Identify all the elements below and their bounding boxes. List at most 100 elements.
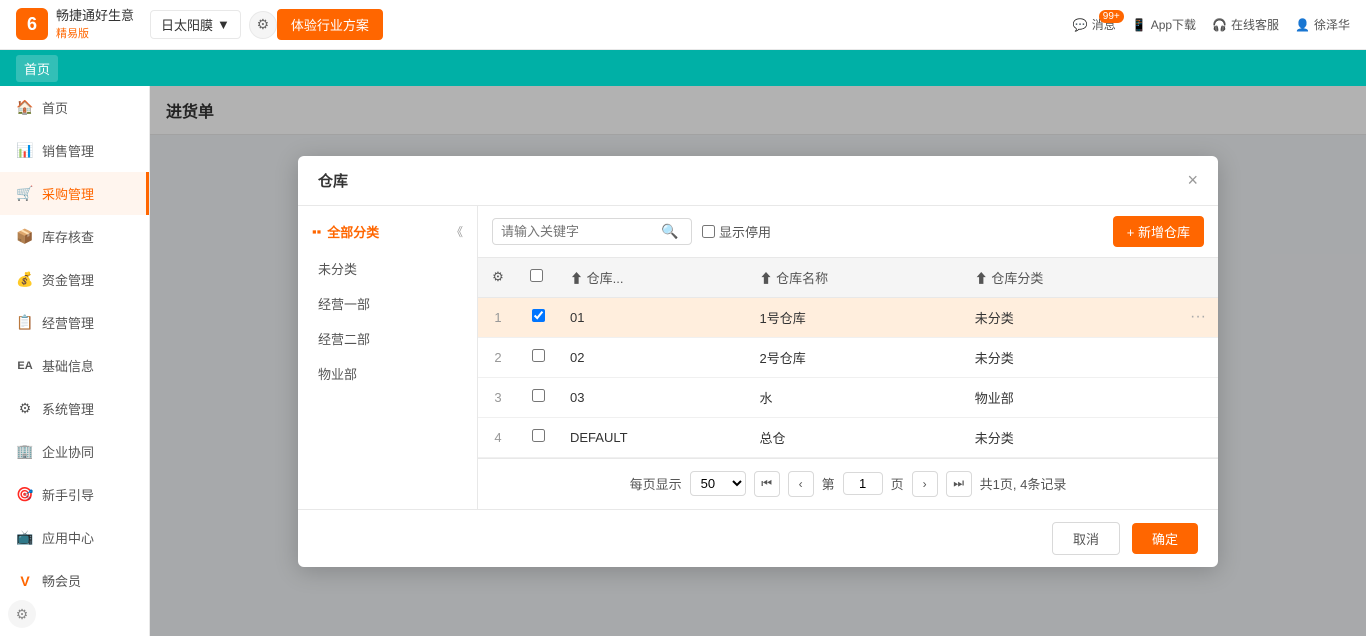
row-code: 02 <box>558 337 747 377</box>
first-page-button[interactable]: ⏮ <box>754 471 780 497</box>
search-input[interactable] <box>501 224 661 239</box>
table-row[interactable]: 2 02 2号仓库 未分类 <box>478 337 1218 377</box>
operations-icon: 📋 <box>16 314 34 332</box>
sort-icon3: ⬆ <box>975 271 988 286</box>
sidebar-item-operations[interactable]: 📋 经营管理 <box>0 301 149 344</box>
store-selector[interactable]: 日太阳膜 ▼ <box>150 10 241 39</box>
search-icon[interactable]: 🔍 <box>661 223 678 240</box>
modal-title: 仓库 <box>318 170 348 191</box>
per-page-select[interactable]: 50 20 100 <box>690 471 746 496</box>
category-item-ops2[interactable]: 经营二部 <box>298 321 477 356</box>
app-download-item[interactable]: 📱 App下载 <box>1132 16 1196 33</box>
col-actions <box>1178 258 1218 298</box>
add-warehouse-button[interactable]: + 新增仓库 <box>1113 216 1204 247</box>
category-item-uncategorized[interactable]: 未分类 <box>298 251 477 286</box>
sidebar-item-home[interactable]: 🏠 首页 <box>0 86 149 129</box>
sidebar-label-operations: 经营管理 <box>42 313 94 332</box>
app-download-label: App下载 <box>1151 16 1196 33</box>
all-category-label: 全部分类 <box>327 222 379 241</box>
per-page-label: 每页显示 <box>630 474 682 493</box>
row-code: DEFAULT <box>558 417 747 457</box>
modal-header: 仓库 × <box>298 156 1218 206</box>
system-icon: ⚙ <box>16 400 34 418</box>
sidebar-label-inventory: 库存核查 <box>42 227 94 246</box>
category-panel: ▪▪ 全部分类 《 未分类 经营一部 经营二部 物业部 <box>298 206 478 509</box>
col-category: ⬆ 仓库分类 <box>963 258 1178 298</box>
col-checkbox <box>518 258 558 298</box>
sidebar-item-basic-info[interactable]: EA 基础信息 <box>0 344 149 387</box>
row-checkbox[interactable] <box>532 309 545 322</box>
bottom-settings-button[interactable]: ⚙ <box>8 600 36 628</box>
row-more: ··· <box>1178 297 1218 337</box>
store-name: 日太阳膜 <box>161 15 213 34</box>
sidebar-label-home: 首页 <box>42 98 68 117</box>
member-icon: V <box>16 572 34 590</box>
sidebar-item-finance[interactable]: 💰 资金管理 <box>0 258 149 301</box>
prev-page-button[interactable]: ‹ <box>788 471 814 497</box>
all-category-title[interactable]: ▪▪ 全部分类 <box>312 222 379 241</box>
sidebar-label-apps: 应用中心 <box>42 528 94 547</box>
sort-icon2: ⬆ <box>759 271 772 286</box>
table-row[interactable]: 1 01 1号仓库 未分类 ··· <box>478 297 1218 337</box>
row-name: 总仓 <box>747 417 962 457</box>
more-button[interactable]: ··· <box>1190 308 1206 325</box>
search-wrap: 🔍 <box>492 218 692 245</box>
confirm-button[interactable]: 确定 <box>1132 523 1198 554</box>
next-page-button[interactable]: › <box>912 471 938 497</box>
header-right: 💬 消息 99+ 📱 App下载 🎧 在线客服 👤 徐泽华 <box>1073 16 1350 33</box>
cancel-button[interactable]: 取消 <box>1052 522 1120 555</box>
trial-button[interactable]: 体验行业方案 <box>277 9 383 40</box>
settings-button[interactable]: ⚙ <box>249 11 277 39</box>
online-service-item[interactable]: 🎧 在线客服 <box>1212 16 1279 33</box>
col-name: ⬆ 仓库名称 <box>747 258 962 298</box>
row-checkbox[interactable] <box>532 429 545 442</box>
sidebar-item-system[interactable]: ⚙ 系统管理 <box>0 387 149 430</box>
table-row[interactable]: 4 DEFAULT 总仓 未分类 <box>478 417 1218 457</box>
row-checkbox-cell <box>518 337 558 377</box>
row-name: 水 <box>747 377 962 417</box>
row-name: 2号仓库 <box>747 337 962 377</box>
sidebar-label-finance: 资金管理 <box>42 270 94 289</box>
page-label: 页 <box>891 474 904 493</box>
message-item[interactable]: 💬 消息 99+ <box>1073 16 1116 33</box>
app-sub: 精易版 <box>56 25 134 41</box>
sidebar-item-guide[interactable]: 🎯 新手引导 <box>0 473 149 516</box>
last-page-button[interactable]: ⏭ <box>946 471 972 497</box>
category-header: ▪▪ 全部分类 《 <box>298 216 477 247</box>
phone-icon: 📱 <box>1132 18 1147 32</box>
row-code: 03 <box>558 377 747 417</box>
user-name: 徐泽华 <box>1314 16 1350 33</box>
sidebar-item-member[interactable]: V 畅会员 <box>0 559 149 602</box>
select-all-checkbox[interactable] <box>530 269 543 282</box>
sidebar-item-inventory[interactable]: 📦 库存核查 <box>0 215 149 258</box>
sidebar-item-enterprise[interactable]: 🏢 企业协同 <box>0 430 149 473</box>
message-badge: 99+ <box>1099 10 1124 23</box>
message-icon: 💬 <box>1073 18 1088 32</box>
tab-home[interactable]: 首页 <box>16 55 58 82</box>
gear-icon: ⚙ <box>257 16 270 33</box>
row-more <box>1178 337 1218 377</box>
row-checkbox-cell <box>518 417 558 457</box>
row-more <box>1178 417 1218 457</box>
sidebar: 🏠 首页 📊 销售管理 🛒 采购管理 📦 库存核查 💰 资金管理 📋 经营管理 … <box>0 86 150 636</box>
sidebar-item-purchase[interactable]: 🛒 采购管理 <box>0 172 149 215</box>
category-item-ops1[interactable]: 经营一部 <box>298 286 477 321</box>
sidebar-item-sales[interactable]: 📊 销售管理 <box>0 129 149 172</box>
row-num: 1 <box>478 297 518 337</box>
category-item-property[interactable]: 物业部 <box>298 356 477 391</box>
total-label: 共1页, 4条记录 <box>980 474 1067 493</box>
row-checkbox[interactable] <box>532 389 545 402</box>
table-row[interactable]: 3 03 水 物业部 <box>478 377 1218 417</box>
table-panel: 🔍 显示停用 + 新增仓库 <box>478 206 1218 509</box>
show-disabled-label: 显示停用 <box>719 222 771 241</box>
modal-footer: 取消 确定 <box>298 509 1218 567</box>
show-disabled-checkbox[interactable]: 显示停用 <box>702 222 771 241</box>
page-number-input[interactable] <box>843 472 883 495</box>
sidebar-item-apps[interactable]: 📺 应用中心 <box>0 516 149 559</box>
collapse-button[interactable]: 《 <box>451 223 463 240</box>
modal-close-button[interactable]: × <box>1187 171 1198 189</box>
sidebar-label-basic-info: 基础信息 <box>42 356 94 375</box>
disabled-checkbox[interactable] <box>702 225 715 238</box>
user-item[interactable]: 👤 徐泽华 <box>1295 16 1350 33</box>
row-checkbox[interactable] <box>532 349 545 362</box>
